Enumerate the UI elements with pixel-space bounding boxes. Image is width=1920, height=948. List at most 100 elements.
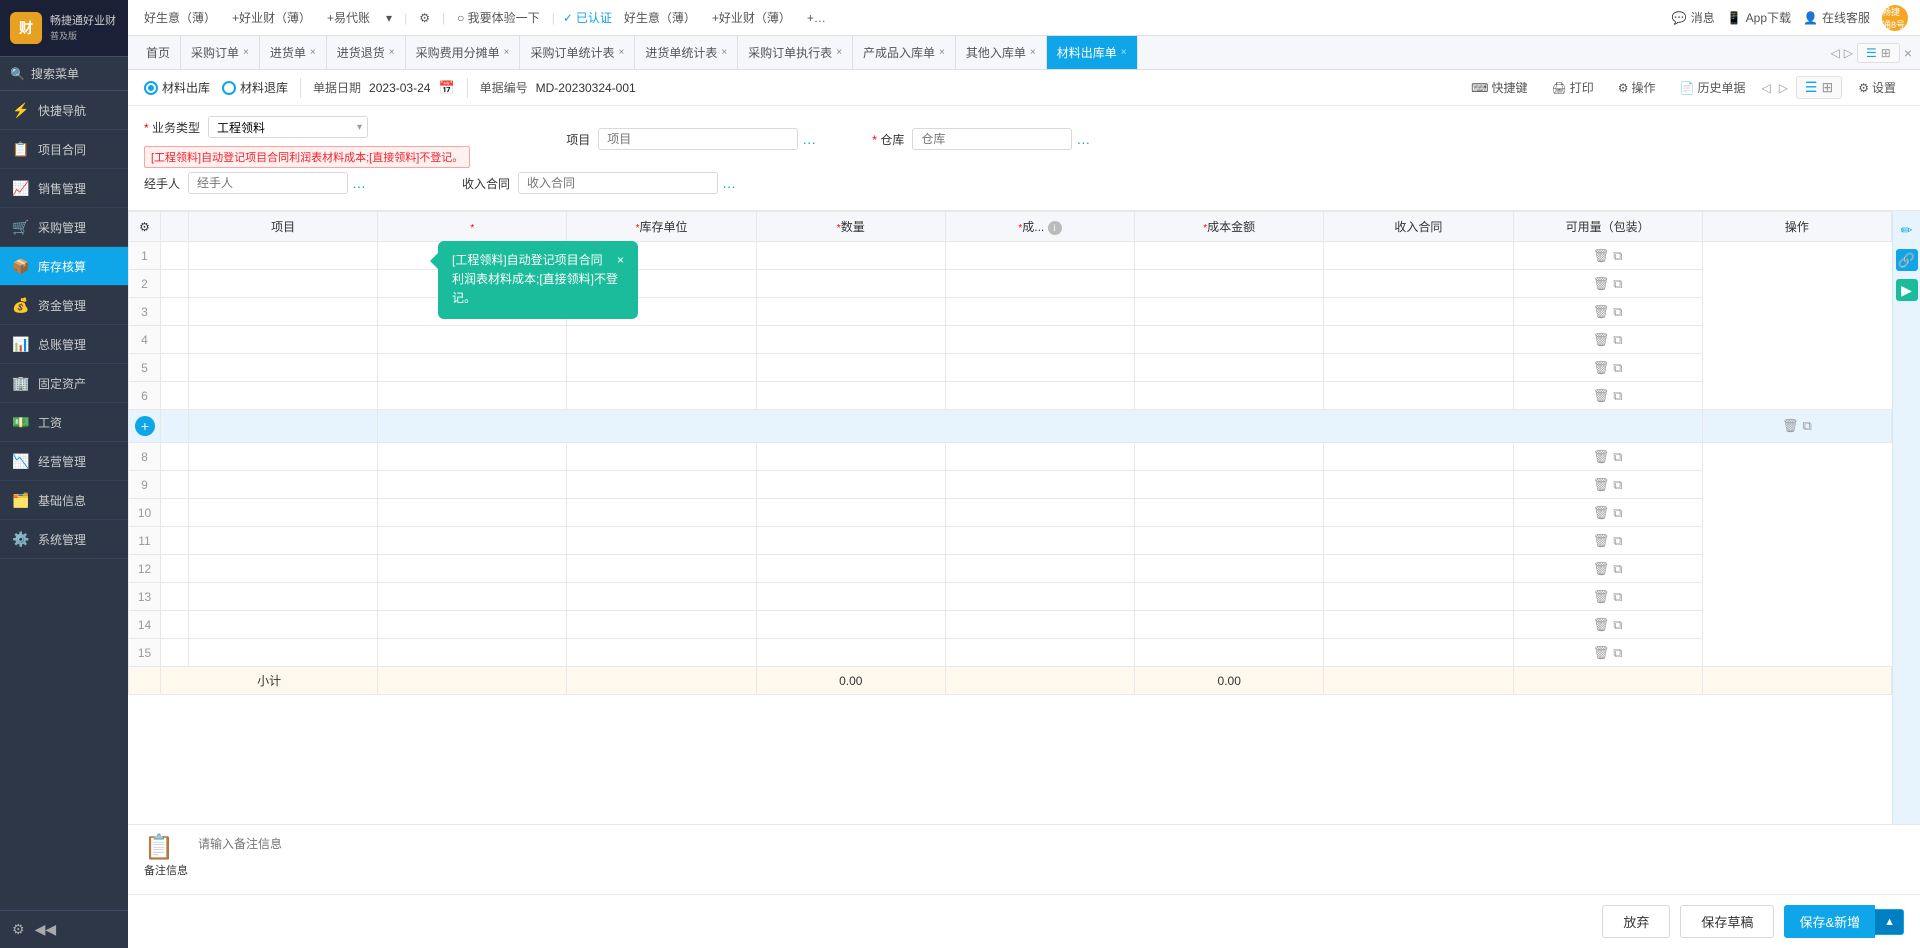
handler-input[interactable] bbox=[188, 172, 348, 194]
tab-product-storage[interactable]: 产成品入库单 × bbox=[853, 36, 956, 70]
active-cell-input1[interactable] bbox=[165, 419, 184, 434]
topbar-app-download[interactable]: 📱 App下载 bbox=[1727, 9, 1791, 26]
topbar-experience[interactable]: ○ 我要体验一下 bbox=[453, 7, 544, 28]
sidebar-item-sales[interactable]: 📈 销售管理 bbox=[0, 169, 128, 208]
tab-close-purchase-exec[interactable]: × bbox=[836, 47, 842, 58]
tab-close-goods-return[interactable]: × bbox=[389, 47, 395, 58]
sidebar-item-basic[interactable]: 🗂️ 基础信息 bbox=[0, 481, 128, 520]
tab-other-storage[interactable]: 其他入库单 × bbox=[956, 36, 1047, 70]
copy-row-icon[interactable]: ⧉ bbox=[1613, 360, 1622, 376]
sidebar-item-salary[interactable]: 💵 工资 bbox=[0, 403, 128, 442]
tab-close-purchase-stats[interactable]: × bbox=[618, 47, 624, 58]
delete-row-icon[interactable]: 🗑 bbox=[1593, 388, 1610, 404]
copy-row-icon[interactable]: ⧉ bbox=[1613, 304, 1622, 320]
copy-row-icon[interactable]: ⧉ bbox=[1613, 561, 1622, 577]
copy-row-icon[interactable]: ⧉ bbox=[1613, 617, 1622, 633]
tab-goods-receipt[interactable]: 进货单 × bbox=[260, 36, 327, 70]
add-row-btn[interactable]: + bbox=[135, 416, 155, 436]
form-view-icon[interactable]: ☰ bbox=[1805, 79, 1818, 96]
copy-row-icon[interactable]: ⧉ bbox=[1613, 332, 1622, 348]
radio-material-out[interactable]: 材料出库 bbox=[144, 79, 210, 96]
sidebar-item-project[interactable]: 📋 项目合同 bbox=[0, 130, 128, 169]
topbar-online-service[interactable]: 👤 在线客服 bbox=[1803, 9, 1870, 26]
cell-income-contract[interactable] bbox=[1135, 242, 1324, 270]
save-new-dropdown-btn[interactable]: ▲ bbox=[1875, 909, 1904, 935]
right-panel-edit-icon[interactable]: ✏ bbox=[1896, 219, 1918, 241]
tab-close-purchase-expense[interactable]: × bbox=[504, 47, 510, 58]
topbar-message[interactable]: 💬 消息 bbox=[1672, 9, 1715, 26]
collapse-icon[interactable]: ◀◀ bbox=[35, 921, 57, 938]
delete-row-icon[interactable]: 🗑 bbox=[1593, 561, 1610, 577]
cell-cost-amount[interactable] bbox=[945, 242, 1134, 270]
list-view-icon[interactable]: ☰ bbox=[1866, 46, 1877, 60]
business-type-dropdown-arrow[interactable]: ▾ bbox=[357, 122, 362, 133]
sidebar-item-purchase[interactable]: 🛒 采购管理 bbox=[0, 208, 128, 247]
settings-btn[interactable]: ⚙ 设置 bbox=[1850, 76, 1904, 99]
tab-close-purchase-order[interactable]: × bbox=[243, 47, 249, 58]
tab-close-goods-stats[interactable]: × bbox=[721, 47, 727, 58]
warehouse-lookup-btn[interactable]: … bbox=[1076, 131, 1090, 147]
copy-row-icon[interactable]: ⧉ bbox=[1613, 248, 1622, 264]
handler-lookup-btn[interactable]: … bbox=[352, 175, 366, 191]
tab-prev-icon[interactable]: ◁ bbox=[1831, 46, 1840, 60]
delete-row-icon[interactable]: 🗑 bbox=[1593, 533, 1610, 549]
settings-icon[interactable]: ⚙ bbox=[12, 921, 25, 938]
right-panel-green-icon[interactable]: ▶ bbox=[1896, 279, 1918, 301]
sidebar-item-assets[interactable]: 🏢 固定资产 bbox=[0, 364, 128, 403]
delete-row-icon[interactable]: 🗑 bbox=[1593, 304, 1610, 320]
th-settings[interactable]: ⚙ bbox=[129, 212, 161, 242]
sidebar-item-inventory[interactable]: 📦 库存核算 bbox=[0, 247, 128, 286]
topbar-good-finance2[interactable]: +好业财（薄） bbox=[708, 7, 795, 28]
business-type-input[interactable] bbox=[208, 116, 368, 138]
copy-row-icon[interactable]: ⧉ bbox=[1613, 477, 1622, 493]
discard-button[interactable]: 放弃 bbox=[1602, 905, 1670, 938]
copy-row-icon[interactable]: ⧉ bbox=[1613, 276, 1622, 292]
tab-material-out[interactable]: 材料出库单 × bbox=[1047, 36, 1138, 70]
project-lookup-btn[interactable]: … bbox=[802, 131, 816, 147]
copy-row-icon[interactable]: ⧉ bbox=[1613, 449, 1622, 465]
topbar-settings[interactable]: ⚙ bbox=[415, 9, 434, 27]
topbar-good-finance[interactable]: +好业财（薄） bbox=[228, 7, 315, 28]
delete-row-icon[interactable]: 🗑 bbox=[1593, 589, 1610, 605]
delete-row-icon[interactable]: 🗑 bbox=[1593, 617, 1610, 633]
delete-row-icon[interactable]: 🗑 bbox=[1593, 505, 1610, 521]
user-avatar[interactable]: 畅捷通8号 bbox=[1882, 5, 1908, 31]
tab-close-other-storage[interactable]: × bbox=[1030, 47, 1036, 58]
sidebar-search[interactable]: 🔍 搜索菜单 bbox=[0, 57, 128, 91]
history-btn[interactable]: 📄 历史单据 bbox=[1671, 76, 1753, 99]
topbar-good-business[interactable]: 好生意（薄） bbox=[140, 7, 220, 28]
copy-row-icon[interactable]: ⧉ bbox=[1613, 505, 1622, 521]
tab-goods-stats[interactable]: 进货单统计表 × bbox=[635, 36, 738, 70]
tab-next-icon[interactable]: ▷ bbox=[1844, 46, 1853, 60]
cell-material[interactable] bbox=[189, 242, 378, 270]
warehouse-input[interactable] bbox=[912, 128, 1072, 150]
sidebar-item-operations[interactable]: 📉 经营管理 bbox=[0, 442, 128, 481]
nav-next[interactable]: ▷ bbox=[1779, 81, 1788, 95]
sidebar-item-finance[interactable]: 💰 资金管理 bbox=[0, 286, 128, 325]
tab-goods-return[interactable]: 进货退货 × bbox=[327, 36, 406, 70]
delete-row-icon[interactable]: 🗑 bbox=[1593, 276, 1610, 292]
tab-close-all[interactable]: × bbox=[1904, 45, 1912, 61]
print-btn[interactable]: 🖨 打印 bbox=[1543, 76, 1601, 99]
copy-row-icon[interactable]: ⧉ bbox=[1802, 418, 1811, 434]
copy-row-icon[interactable]: ⧉ bbox=[1613, 645, 1622, 661]
delete-row-icon[interactable]: 🗑 bbox=[1593, 332, 1610, 348]
right-panel-link-icon[interactable]: 🔗 bbox=[1896, 249, 1918, 271]
copy-row-icon[interactable]: ⧉ bbox=[1613, 589, 1622, 605]
tab-purchase-exec[interactable]: 采购订单执行表 × bbox=[738, 36, 853, 70]
save-draft-button[interactable]: 保存草稿 bbox=[1680, 905, 1774, 938]
cell-project[interactable] bbox=[161, 242, 189, 270]
copy-row-icon[interactable]: ⧉ bbox=[1613, 388, 1622, 404]
copy-row-icon[interactable]: ⧉ bbox=[1613, 533, 1622, 549]
radio-material-return[interactable]: 材料退库 bbox=[222, 79, 288, 96]
cell-available[interactable] bbox=[1324, 242, 1513, 270]
active-cell-input2[interactable] bbox=[193, 419, 373, 434]
tab-close-material-out[interactable]: × bbox=[1121, 47, 1127, 58]
save-new-button[interactable]: 保存&新增 bbox=[1784, 905, 1875, 938]
cell-cost-price[interactable] bbox=[756, 242, 945, 270]
nav-prev[interactable]: ◁ bbox=[1761, 81, 1770, 95]
grid-view-icon[interactable]: ⊞ bbox=[1881, 46, 1891, 60]
delete-row-icon[interactable]: 🗑 bbox=[1593, 645, 1610, 661]
sidebar-item-ledger[interactable]: 📊 总账管理 bbox=[0, 325, 128, 364]
notes-textarea[interactable] bbox=[198, 833, 1904, 863]
